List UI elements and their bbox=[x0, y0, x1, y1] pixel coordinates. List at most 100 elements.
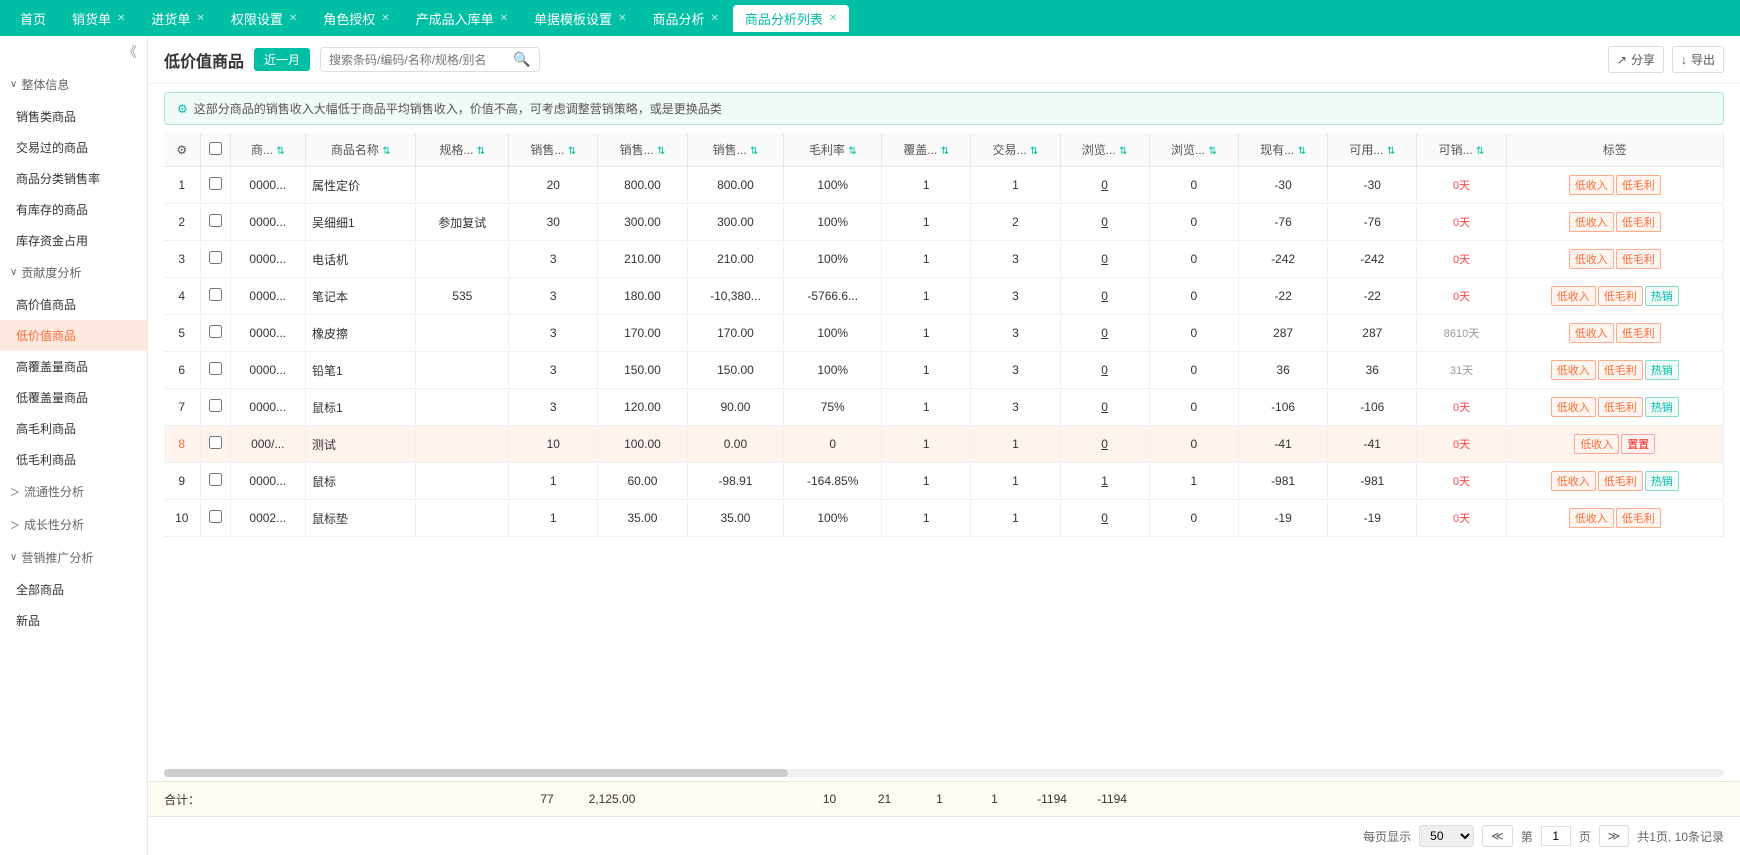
sidebar-item-high-coverage[interactable]: 高覆盖量商品 bbox=[0, 351, 147, 382]
sidebar-item-high-value[interactable]: 高价值商品 bbox=[0, 289, 147, 320]
row-view1[interactable]: 0 bbox=[1060, 204, 1149, 241]
sidebar-item-traded-products[interactable]: 交易过的商品 bbox=[0, 132, 147, 163]
close-icon[interactable]: ✕ bbox=[381, 13, 389, 24]
coverage-col-header[interactable]: 覆盖... ⇅ bbox=[882, 133, 971, 167]
row-checkbox[interactable] bbox=[209, 325, 222, 338]
view1-col-header[interactable]: 浏览... ⇅ bbox=[1060, 133, 1149, 167]
row-view1[interactable]: 0 bbox=[1060, 315, 1149, 352]
profit-col-header[interactable]: 销售... ⇅ bbox=[687, 133, 784, 167]
row-checkbox[interactable] bbox=[209, 251, 222, 264]
row-view1[interactable]: 0 bbox=[1060, 167, 1149, 204]
available-col-header[interactable]: 可用... ⇅ bbox=[1328, 133, 1417, 167]
row-checkbox-cell[interactable] bbox=[200, 167, 230, 204]
sidebar-item-sales-products[interactable]: 销售类商品 bbox=[0, 101, 147, 132]
sidebar-item-stock-products[interactable]: 有库存的商品 bbox=[0, 194, 147, 225]
nav-home[interactable]: 首页 bbox=[8, 5, 58, 32]
code-col-header[interactable]: 商... ⇅ bbox=[230, 133, 305, 167]
row-view1[interactable]: 0 bbox=[1060, 241, 1149, 278]
row-checkbox-cell[interactable] bbox=[200, 352, 230, 389]
row-view1[interactable]: 0 bbox=[1060, 500, 1149, 537]
view2-col-header[interactable]: 浏览... ⇅ bbox=[1149, 133, 1238, 167]
row-checkbox[interactable] bbox=[209, 436, 222, 449]
row-view1[interactable]: 1 bbox=[1060, 463, 1149, 500]
row-view1[interactable]: 0 bbox=[1060, 389, 1149, 426]
sidebar-item-high-margin[interactable]: 高毛利商品 bbox=[0, 413, 147, 444]
date-filter-btn[interactable]: 近一月 bbox=[254, 48, 310, 71]
close-icon[interactable]: ✕ bbox=[500, 13, 508, 24]
sidebar-item-low-value[interactable]: 低价值商品 bbox=[0, 320, 147, 351]
row-checkbox-cell[interactable] bbox=[200, 315, 230, 352]
sidebar-group-overall-title[interactable]: ∨ 整体信息 bbox=[0, 68, 147, 101]
nav-roles[interactable]: 角色授权✕ bbox=[311, 5, 401, 32]
close-icon[interactable]: ✕ bbox=[829, 13, 837, 24]
sidebar-item-new-products[interactable]: 新品 bbox=[0, 605, 147, 636]
row-checkbox[interactable] bbox=[209, 362, 222, 375]
nav-purchase[interactable]: 进货单✕ bbox=[139, 5, 216, 32]
horizontal-scrollbar[interactable] bbox=[164, 769, 1724, 777]
row-checkbox-cell[interactable] bbox=[200, 204, 230, 241]
nav-sales[interactable]: 销货单✕ bbox=[60, 5, 137, 32]
nav-product-analysis[interactable]: 商品分析✕ bbox=[640, 5, 730, 32]
settings-col-header[interactable]: ⚙ bbox=[164, 133, 200, 167]
row-amount: 180.00 bbox=[598, 278, 687, 315]
per-page-select[interactable]: 50 100 200 bbox=[1419, 825, 1474, 847]
name-col-header[interactable]: 商品名称 ⇅ bbox=[305, 133, 415, 167]
select-all-checkbox[interactable] bbox=[209, 142, 222, 155]
row-checkbox-cell[interactable] bbox=[200, 500, 230, 537]
row-view1[interactable]: 0 bbox=[1060, 352, 1149, 389]
row-days: 0天 bbox=[1417, 389, 1506, 426]
sidebar-item-all-products[interactable]: 全部商品 bbox=[0, 574, 147, 605]
row-checkbox-cell[interactable] bbox=[200, 278, 230, 315]
row-transaction: 3 bbox=[971, 315, 1060, 352]
nav-warehouse[interactable]: 产成品入库单✕ bbox=[404, 5, 520, 32]
sidebar-group-growth-title[interactable]: ＞ 成长性分析 bbox=[0, 508, 147, 541]
row-tags: 低收入低毛利 bbox=[1506, 241, 1723, 278]
row-checkbox[interactable] bbox=[209, 399, 222, 412]
check-col-header[interactable] bbox=[200, 133, 230, 167]
saleable-col-header[interactable]: 可销... ⇅ bbox=[1417, 133, 1506, 167]
row-checkbox[interactable] bbox=[209, 473, 222, 486]
sidebar-group-marketing-title[interactable]: ∨ 营销推广分析 bbox=[0, 541, 147, 574]
sidebar-item-low-coverage[interactable]: 低覆盖量商品 bbox=[0, 382, 147, 413]
nav-product-analysis-list[interactable]: 商品分析列表✕ bbox=[733, 5, 849, 32]
first-page-btn[interactable]: ≪ bbox=[1482, 825, 1513, 847]
nav-template[interactable]: 单据模板设置✕ bbox=[522, 5, 638, 32]
share-btn[interactable]: ↗ 分享 bbox=[1608, 46, 1664, 73]
sidebar-item-inventory-capital[interactable]: 库存资金占用 bbox=[0, 225, 147, 256]
row-checkbox-cell[interactable] bbox=[200, 241, 230, 278]
row-checkbox[interactable] bbox=[209, 510, 222, 523]
close-icon[interactable]: ✕ bbox=[618, 13, 626, 24]
footer-spacer2 bbox=[252, 790, 282, 808]
spec-col-header[interactable]: 规格... ⇅ bbox=[416, 133, 509, 167]
scroll-thumb[interactable] bbox=[164, 769, 788, 777]
close-icon[interactable]: ✕ bbox=[289, 13, 297, 24]
sidebar-item-low-margin[interactable]: 低毛利商品 bbox=[0, 444, 147, 475]
row-checkbox-cell[interactable] bbox=[200, 389, 230, 426]
next-page-btn[interactable]: ≫ bbox=[1599, 825, 1630, 847]
qty-col-header[interactable]: 销售... ⇅ bbox=[509, 133, 598, 167]
sidebar-collapse-btn[interactable]: 《 bbox=[0, 36, 147, 68]
margin-col-header[interactable]: 毛利率 ⇅ bbox=[784, 133, 882, 167]
nav-permissions[interactable]: 权限设置✕ bbox=[219, 5, 309, 32]
row-checkbox-cell[interactable] bbox=[200, 426, 230, 463]
row-checkbox[interactable] bbox=[209, 288, 222, 301]
close-icon[interactable]: ✕ bbox=[196, 13, 204, 24]
search-icon[interactable]: 🔍 bbox=[513, 51, 530, 68]
sidebar-item-category-sales-rate[interactable]: 商品分类销售率 bbox=[0, 163, 147, 194]
row-view1[interactable]: 0 bbox=[1060, 426, 1149, 463]
row-view1[interactable]: 0 bbox=[1060, 278, 1149, 315]
transaction-col-header[interactable]: 交易... ⇅ bbox=[971, 133, 1060, 167]
close-icon[interactable]: ✕ bbox=[710, 13, 718, 24]
sidebar-group-liquidity-title[interactable]: ＞ 流通性分析 bbox=[0, 475, 147, 508]
export-btn[interactable]: ↓ 导出 bbox=[1672, 46, 1724, 73]
tag-col-header[interactable]: 标签 bbox=[1506, 133, 1723, 167]
row-checkbox[interactable] bbox=[209, 177, 222, 190]
row-checkbox[interactable] bbox=[209, 214, 222, 227]
current-col-header[interactable]: 现有... ⇅ bbox=[1238, 133, 1327, 167]
search-input[interactable] bbox=[329, 53, 509, 67]
amount-col-header[interactable]: 销售... ⇅ bbox=[598, 133, 687, 167]
sidebar-group-contribution-title[interactable]: ∨ 贡献度分析 bbox=[0, 256, 147, 289]
page-number-input[interactable] bbox=[1541, 826, 1571, 846]
row-checkbox-cell[interactable] bbox=[200, 463, 230, 500]
close-icon[interactable]: ✕ bbox=[117, 13, 125, 24]
